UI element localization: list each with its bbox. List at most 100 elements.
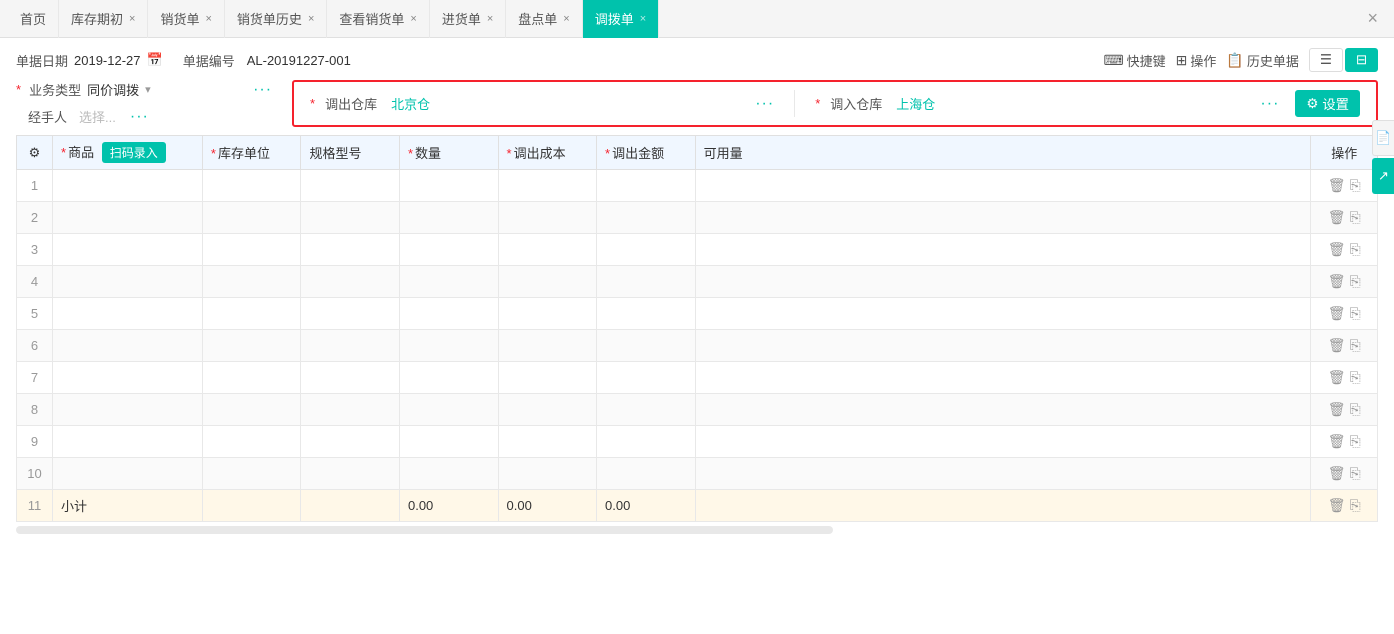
row-unit-4[interactable] bbox=[202, 266, 301, 298]
row-spec-6[interactable] bbox=[301, 330, 400, 362]
row-cost-2[interactable] bbox=[498, 202, 597, 234]
row-available-8[interactable] bbox=[695, 394, 1311, 426]
delete-icon-1[interactable]: 🗑 bbox=[1328, 177, 1346, 193]
row-product-3[interactable] bbox=[53, 234, 203, 266]
copy-icon-2[interactable]: ⎘ bbox=[1350, 209, 1361, 225]
row-amount-9[interactable] bbox=[597, 426, 696, 458]
warehouse-out-more-icon[interactable]: ··· bbox=[755, 95, 774, 113]
row-product-6[interactable] bbox=[53, 330, 203, 362]
row-available-9[interactable] bbox=[695, 426, 1311, 458]
row-spec-10[interactable] bbox=[301, 458, 400, 490]
delete-icon-3[interactable]: 🗑 bbox=[1328, 241, 1346, 257]
business-type-select[interactable]: 同价调拨 ▾ bbox=[87, 80, 247, 99]
copy-icon-8[interactable]: ⎘ bbox=[1350, 401, 1361, 417]
row-unit-2[interactable] bbox=[202, 202, 301, 234]
row-product-1[interactable] bbox=[53, 170, 203, 202]
horizontal-scrollbar[interactable] bbox=[16, 526, 833, 534]
row-spec-2[interactable] bbox=[301, 202, 400, 234]
row-cost-4[interactable] bbox=[498, 266, 597, 298]
copy-icon-7[interactable]: ⎘ bbox=[1350, 369, 1361, 385]
row-cost-5[interactable] bbox=[498, 298, 597, 330]
row-available-3[interactable] bbox=[695, 234, 1311, 266]
row-amount-10[interactable] bbox=[597, 458, 696, 490]
copy-icon-11[interactable]: ⎘ bbox=[1350, 497, 1361, 513]
row-available-2[interactable] bbox=[695, 202, 1311, 234]
row-unit-5[interactable] bbox=[202, 298, 301, 330]
calendar-icon[interactable]: 📅 bbox=[147, 52, 163, 68]
view-list-button[interactable]: ☰ bbox=[1309, 48, 1343, 72]
view-grid-button[interactable]: ⊟ bbox=[1345, 48, 1378, 72]
col-gear[interactable]: ⚙ bbox=[17, 136, 53, 170]
row-unit-3[interactable] bbox=[202, 234, 301, 266]
row-amount-3[interactable] bbox=[597, 234, 696, 266]
row-spec-3[interactable] bbox=[301, 234, 400, 266]
row-qty-7[interactable] bbox=[399, 362, 498, 394]
row-spec-9[interactable] bbox=[301, 426, 400, 458]
row-unit-9[interactable] bbox=[202, 426, 301, 458]
row-product-7[interactable] bbox=[53, 362, 203, 394]
tab-view-sales[interactable]: 查看销货单 × bbox=[327, 0, 429, 38]
shortcut-button[interactable]: ⌨ 快捷键 bbox=[1103, 51, 1165, 70]
warehouse-out-value[interactable]: 北京仓 bbox=[391, 94, 430, 113]
copy-icon-9[interactable]: ⎘ bbox=[1350, 433, 1361, 449]
row-amount-2[interactable] bbox=[597, 202, 696, 234]
row-amount-11[interactable]: 0.00 bbox=[597, 490, 696, 522]
row-cost-1[interactable] bbox=[498, 170, 597, 202]
row-available-7[interactable] bbox=[695, 362, 1311, 394]
row-cost-10[interactable] bbox=[498, 458, 597, 490]
row-spec-11[interactable] bbox=[301, 490, 400, 522]
copy-icon-10[interactable]: ⎘ bbox=[1350, 465, 1361, 481]
row-spec-4[interactable] bbox=[301, 266, 400, 298]
delete-icon-10[interactable]: 🗑 bbox=[1328, 465, 1346, 481]
business-type-more-icon[interactable]: ··· bbox=[253, 81, 272, 99]
delete-icon-11[interactable]: 🗑 bbox=[1328, 497, 1346, 513]
delete-icon-8[interactable]: 🗑 bbox=[1328, 401, 1346, 417]
copy-icon-5[interactable]: ⎘ bbox=[1350, 305, 1361, 321]
tab-inventory-init-close[interactable]: × bbox=[129, 13, 135, 25]
delete-icon-5[interactable]: 🗑 bbox=[1328, 305, 1346, 321]
tab-sales-history-close[interactable]: × bbox=[308, 13, 314, 25]
tab-sales-order[interactable]: 销货单 × bbox=[148, 0, 224, 38]
delete-icon-6[interactable]: 🗑 bbox=[1328, 337, 1346, 353]
tab-inventory-init[interactable]: 库存期初 × bbox=[59, 0, 148, 38]
copy-icon-4[interactable]: ⎘ bbox=[1350, 273, 1361, 289]
row-amount-6[interactable] bbox=[597, 330, 696, 362]
row-qty-6[interactable] bbox=[399, 330, 498, 362]
copy-icon-3[interactable]: ⎘ bbox=[1350, 241, 1361, 257]
tab-sales-order-close[interactable]: × bbox=[205, 13, 211, 25]
row-qty-10[interactable] bbox=[399, 458, 498, 490]
row-unit-1[interactable] bbox=[202, 170, 301, 202]
handler-more-icon[interactable]: ··· bbox=[130, 108, 149, 126]
tab-transfer[interactable]: 调拨单 × bbox=[583, 0, 659, 38]
row-cost-3[interactable] bbox=[498, 234, 597, 266]
tab-purchase-close[interactable]: × bbox=[487, 13, 493, 25]
delete-icon-4[interactable]: 🗑 bbox=[1328, 273, 1346, 289]
tab-bar-close-button[interactable]: × bbox=[1359, 8, 1386, 29]
row-cost-11[interactable]: 0.00 bbox=[498, 490, 597, 522]
tab-home[interactable]: 首页 bbox=[8, 0, 59, 38]
sidebar-expand-button[interactable]: ↗ bbox=[1372, 158, 1394, 194]
row-qty-8[interactable] bbox=[399, 394, 498, 426]
row-product-2[interactable] bbox=[53, 202, 203, 234]
warehouse-settings-button[interactable]: ⚙ 设置 bbox=[1295, 90, 1360, 117]
row-product-9[interactable] bbox=[53, 426, 203, 458]
row-available-6[interactable] bbox=[695, 330, 1311, 362]
row-spec-7[interactable] bbox=[301, 362, 400, 394]
row-amount-1[interactable] bbox=[597, 170, 696, 202]
tab-sales-history[interactable]: 销货单历史 × bbox=[225, 0, 327, 38]
tab-inventory-check-close[interactable]: × bbox=[563, 13, 569, 25]
row-unit-11[interactable] bbox=[202, 490, 301, 522]
row-product-11[interactable]: 小计 bbox=[53, 490, 203, 522]
row-amount-8[interactable] bbox=[597, 394, 696, 426]
handler-select[interactable]: 选择... bbox=[79, 107, 116, 126]
row-unit-6[interactable] bbox=[202, 330, 301, 362]
copy-icon-6[interactable]: ⎘ bbox=[1350, 337, 1361, 353]
row-amount-7[interactable] bbox=[597, 362, 696, 394]
row-available-1[interactable] bbox=[695, 170, 1311, 202]
warehouse-in-more-icon[interactable]: ··· bbox=[1260, 95, 1279, 113]
row-unit-10[interactable] bbox=[202, 458, 301, 490]
tab-view-sales-close[interactable]: × bbox=[410, 13, 416, 25]
row-product-4[interactable] bbox=[53, 266, 203, 298]
row-product-5[interactable] bbox=[53, 298, 203, 330]
row-qty-2[interactable] bbox=[399, 202, 498, 234]
